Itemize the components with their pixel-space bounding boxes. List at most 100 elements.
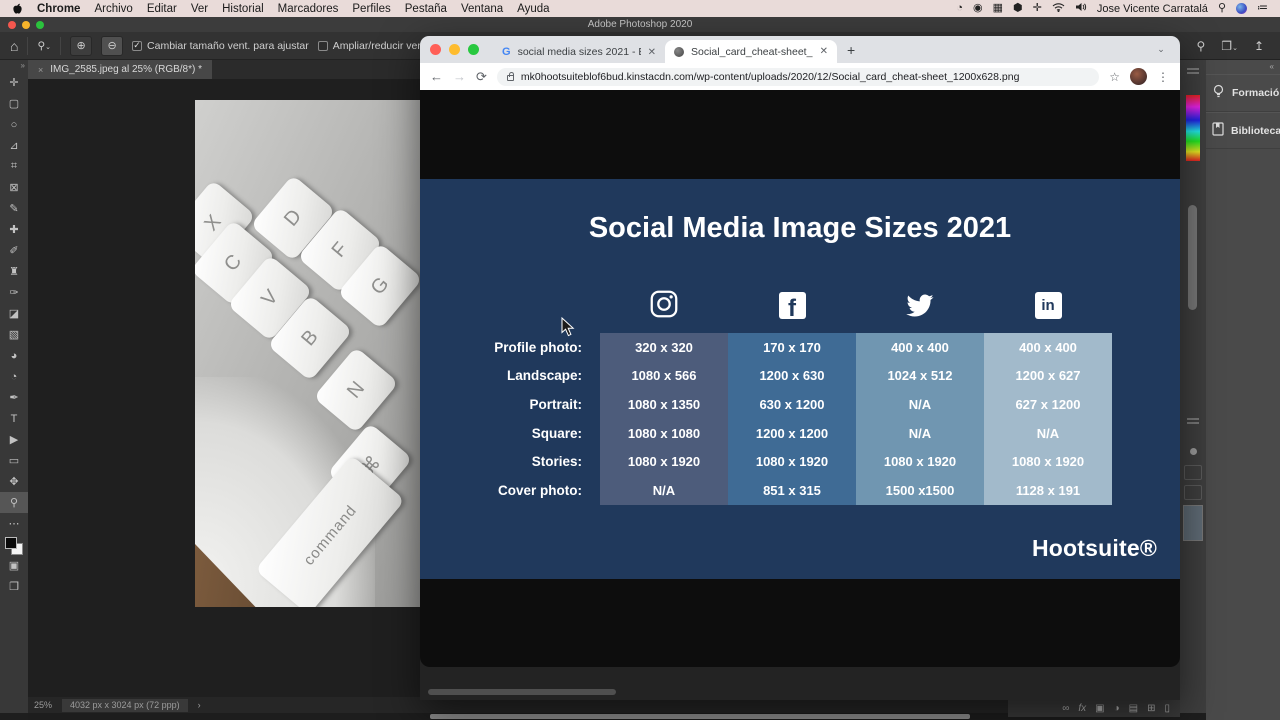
lasso-tool[interactable]: ○ [0, 114, 28, 135]
ps-search-icon[interactable]: ⚲ [1197, 39, 1206, 53]
zoom-tool-preset-icon[interactable]: ⚲⌄ [37, 40, 51, 52]
brush-tool[interactable]: ✐ [0, 240, 28, 261]
menu-ventana[interactable]: Ventana [461, 3, 503, 15]
history-brush-tool[interactable]: ✑ [0, 282, 28, 303]
tab-close-icon[interactable]: ✕ [648, 47, 656, 58]
status-icon-1[interactable]: ◔ [956, 3, 963, 14]
panel-dropdown-2[interactable] [1184, 485, 1202, 500]
zoom-tool[interactable]: ⚲ [0, 492, 28, 513]
tab-google-search[interactable]: G social media sizes 2021 - Búsq ✕ [493, 41, 665, 63]
object-selection-tool[interactable]: ⊿ [0, 135, 28, 156]
new-layer-icon[interactable]: ⊞ [1147, 703, 1155, 714]
adjustment-layer-icon[interactable]: ◑ [1114, 703, 1120, 714]
layer-mask-icon[interactable]: ▣ [1095, 703, 1104, 714]
ps-close-button[interactable] [8, 21, 16, 29]
wifi-icon[interactable] [1052, 2, 1065, 15]
dock-collapse-icon[interactable]: « [1206, 60, 1280, 74]
ps-zoom-button[interactable] [36, 21, 44, 29]
menu-pestana[interactable]: Pestaña [405, 3, 447, 15]
share-icon[interactable]: ↥ [1254, 39, 1264, 53]
document-tab[interactable]: × IMG_2585.jpeg al 25% (RGB/8*) * [28, 60, 213, 79]
blur-tool[interactable]: ◕ [0, 345, 28, 366]
document-close-icon[interactable]: × [38, 65, 43, 75]
layer-group-icon[interactable]: ▤ [1129, 703, 1138, 714]
displays-icon[interactable]: ✛ [1033, 3, 1042, 14]
panel-dropdown-1[interactable] [1184, 465, 1202, 480]
chrome-close-button[interactable] [430, 44, 441, 55]
quick-mask-button[interactable]: ▣ [0, 555, 28, 576]
screen-mode-button[interactable]: ❐ [0, 576, 28, 597]
clone-stamp-tool[interactable]: ♜ [0, 261, 28, 282]
zoom-out-button[interactable]: ⊖ [101, 35, 124, 56]
menu-ayuda[interactable]: Ayuda [517, 3, 549, 15]
layer-thumbnail[interactable] [1183, 505, 1203, 541]
tab-search-icon[interactable]: ⌄ [1154, 43, 1168, 57]
ps-minimize-button[interactable] [22, 21, 30, 29]
menu-bar-username[interactable]: Jose Vicente Carratalá [1097, 3, 1208, 15]
tab-close-icon[interactable]: ✕ [820, 46, 828, 57]
shape-tool[interactable]: ▭ [0, 450, 28, 471]
menu-ver[interactable]: Ver [191, 3, 208, 15]
checkbox-fit-window[interactable] [132, 40, 143, 51]
volume-icon[interactable] [1075, 2, 1087, 15]
reload-button[interactable]: ⟳ [476, 69, 487, 85]
link-layers-icon[interactable]: ∞ [1062, 703, 1069, 714]
panel-scrollbar[interactable] [1188, 205, 1197, 310]
ps-scrollbar-thumb[interactable] [430, 714, 970, 719]
creative-cloud-icon[interactable]: ◉ [973, 3, 983, 14]
eraser-tool[interactable]: ◪ [0, 303, 28, 324]
checkbox-resize-window[interactable] [317, 40, 328, 51]
color-swatches[interactable] [5, 537, 23, 555]
spotlight-icon[interactable]: ⚲ [1218, 3, 1226, 14]
new-tab-button[interactable]: + [847, 42, 855, 58]
toolstrip-collapse-icon[interactable]: » [21, 60, 28, 72]
more-tools-icon[interactable]: ⋯ [0, 513, 28, 534]
menu-perfiles[interactable]: Perfiles [352, 3, 390, 15]
delete-layer-icon[interactable]: ▯ [1164, 703, 1170, 714]
chrome-minimize-button[interactable] [449, 44, 460, 55]
bookmark-star-icon[interactable]: ☆ [1109, 70, 1120, 84]
profile-avatar[interactable] [1130, 68, 1147, 85]
home-icon[interactable]: ⌂ [10, 38, 18, 54]
control-center-icon[interactable]: ≔ [1257, 3, 1268, 14]
zoom-in-button[interactable]: ⊕ [70, 35, 93, 56]
status-icon-2[interactable]: ⬢ [1013, 3, 1023, 14]
type-tool[interactable]: T [0, 408, 28, 429]
tab-cheat-sheet[interactable]: Social_card_cheat-sheet_1200 ✕ [665, 40, 837, 63]
foreground-color[interactable] [5, 537, 17, 549]
siri-icon[interactable] [1236, 3, 1247, 14]
menu-historial[interactable]: Historial [222, 3, 264, 15]
address-bar[interactable]: mk0hootsuiteblof6bud.kinstacdn.com/wp-co… [496, 67, 1100, 86]
status-chevron-icon[interactable]: › [198, 700, 201, 710]
url-text[interactable]: mk0hootsuiteblof6bud.kinstacdn.com/wp-co… [521, 71, 1020, 83]
layer-style-icon[interactable]: fx [1078, 703, 1086, 714]
panel-formacion[interactable]: Formación [1206, 74, 1280, 112]
status-zoom-level[interactable]: 25% [34, 700, 52, 710]
hand-tool[interactable]: ✥ [0, 471, 28, 492]
move-tool[interactable]: ✛ [0, 72, 28, 93]
gradient-tool[interactable]: ▧ [0, 324, 28, 345]
forward-button[interactable]: → [453, 69, 466, 84]
workspace-switcher-icon[interactable]: ❐⌄ [1221, 39, 1238, 53]
chrome-hscrollbar-thumb[interactable] [428, 689, 616, 695]
lock-icon [506, 72, 514, 81]
menu-chrome[interactable]: Chrome [37, 3, 80, 15]
color-spectrum-slider[interactable] [1186, 95, 1200, 161]
healing-brush-tool[interactable]: ✚ [0, 219, 28, 240]
menu-editar[interactable]: Editar [147, 3, 177, 15]
menu-archivo[interactable]: Archivo [94, 3, 132, 15]
eyedropper-tool[interactable]: ✎ [0, 198, 28, 219]
chrome-fullscreen-button[interactable] [468, 44, 479, 55]
menu-marcadores[interactable]: Marcadores [278, 3, 339, 15]
crop-tool[interactable]: ⌗ [0, 156, 28, 177]
back-button[interactable]: ← [430, 69, 443, 84]
frame-tool[interactable]: ⊠ [0, 177, 28, 198]
dodge-tool[interactable]: ◔ [0, 366, 28, 387]
chrome-menu-icon[interactable]: ⋮ [1157, 70, 1170, 84]
apple-logo-icon[interactable] [12, 2, 23, 15]
path-selection-tool[interactable]: ▶ [0, 429, 28, 450]
panel-bibliotecas[interactable]: Bibliotecas [1206, 112, 1280, 149]
keyboard-layout-icon[interactable]: ▦ [993, 3, 1003, 14]
marquee-tool[interactable]: ▢ [0, 93, 28, 114]
pen-tool[interactable]: ✒ [0, 387, 28, 408]
